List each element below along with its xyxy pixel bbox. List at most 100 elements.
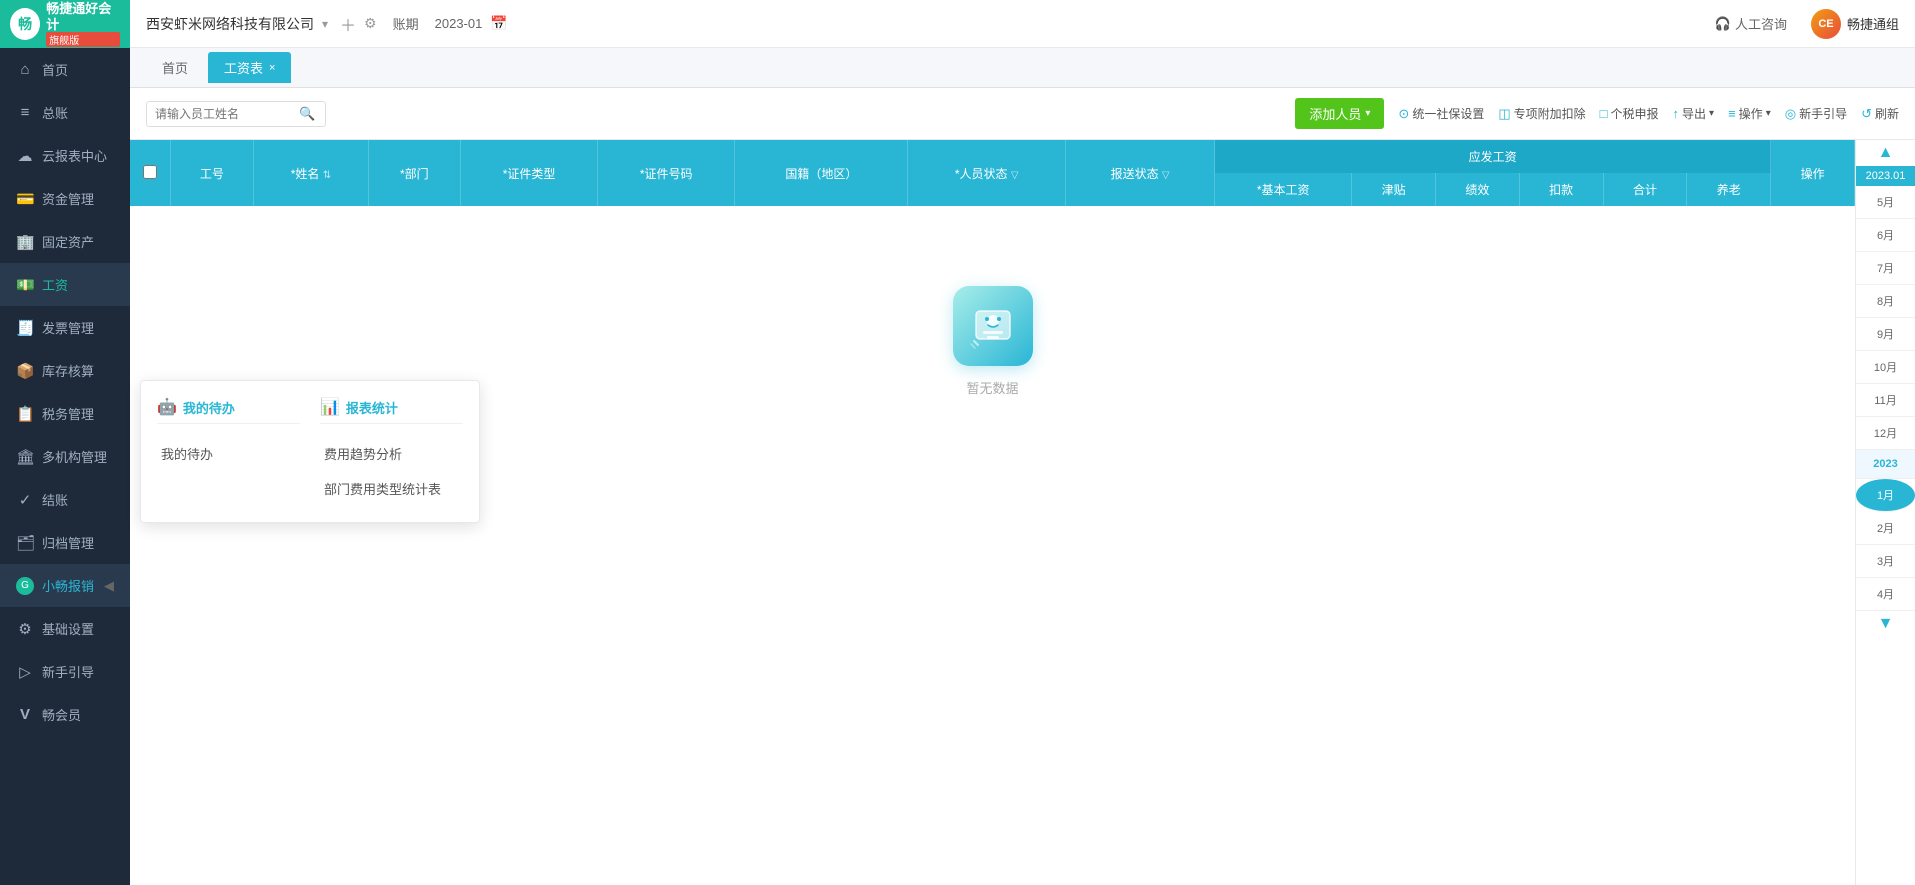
popup-col-todo: 🤖 我的待办 我的待办 <box>157 397 300 506</box>
sidebar-nav: ⌂ 首页 ≡ 总账 ☁ 云报表中心 💳 资金管理 🏢 固定资产 💵 工资 🧾 发… <box>0 48 130 885</box>
search-input[interactable] <box>155 107 295 121</box>
sidebar-item-multi-org[interactable]: 🏛 多机构管理 <box>0 435 130 478</box>
tax-icon: 📋 <box>16 405 34 423</box>
empty-text: 暂无数据 <box>966 378 1018 397</box>
logo-icon: 畅 <box>10 8 40 40</box>
emp-no-th: 工号 <box>170 140 254 206</box>
app-edition: 旗舰版 <box>46 32 120 47</box>
person-status-filter-icon[interactable]: ▽ <box>1011 170 1019 181</box>
allowance-th: 津贴 <box>1352 173 1436 206</box>
tab-salary[interactable]: 工资表 × <box>208 52 291 83</box>
tax-report-action[interactable]: □ 个税申报 <box>1600 105 1659 122</box>
export-action[interactable]: ↑ 导出 ▾ <box>1673 105 1715 122</box>
settle-icon: ✓ <box>16 491 34 509</box>
month-12-2022[interactable]: 12月 <box>1856 417 1915 450</box>
user-menu[interactable]: CE 畅捷通组 <box>1811 9 1899 39</box>
report-status-th: 报送状态 ▽ <box>1066 140 1215 206</box>
tab-home[interactable]: 首页 <box>146 52 204 83</box>
month-2-2023[interactable]: 2月 <box>1856 512 1915 545</box>
month-5-2022[interactable]: 5月 <box>1856 186 1915 219</box>
sidebar-item-home[interactable]: ⌂ 首页 <box>0 48 130 91</box>
sidebar-item-fund[interactable]: 💳 资金管理 <box>0 177 130 220</box>
period-label: 账期 <box>393 14 419 33</box>
expand-arrow: ◀ <box>104 578 114 594</box>
add-person-button[interactable]: 添加人员 ▾ <box>1295 98 1384 129</box>
operate-action[interactable]: ≡ 操作 ▾ <box>1728 105 1771 122</box>
sidebar-item-fixed-assets[interactable]: 🏢 固定资产 <box>0 220 130 263</box>
invoice-icon: 🧾 <box>16 319 34 337</box>
select-all-checkbox[interactable] <box>143 165 157 179</box>
month-6-2022[interactable]: 6月 <box>1856 219 1915 252</box>
social-security-action[interactable]: ⊙ 统一社保设置 <box>1398 105 1484 122</box>
toolbar: 🔍 添加人员 ▾ ⊙ 统一社保设置 ◫ 专项附加扣除 □ 个税申报 ↑ 导出 <box>130 88 1915 140</box>
bonus-th: 绩效 <box>1436 173 1520 206</box>
guide-icon: ▷ <box>16 663 34 681</box>
sidebar-item-salary[interactable]: 💵 工资 <box>0 263 130 306</box>
tab-close-salary[interactable]: × <box>269 62 275 74</box>
refresh-action[interactable]: ↺ 刷新 <box>1861 105 1899 122</box>
sidebar-item-guide[interactable]: ▷ 新手引导 <box>0 650 130 693</box>
month-panel-down[interactable]: ▼ <box>1874 611 1898 637</box>
sidebar-item-inventory[interactable]: 📦 库存核算 <box>0 349 130 392</box>
new-guide-icon: ◎ <box>1785 106 1796 122</box>
month-8-2022[interactable]: 8月 <box>1856 285 1915 318</box>
month-3-2023[interactable]: 3月 <box>1856 545 1915 578</box>
reports-header-icon: 📊 <box>320 397 340 417</box>
select-all-th <box>130 140 170 206</box>
company-settings-icon[interactable]: ⚙ <box>364 15 377 32</box>
sidebar-item-settle[interactable]: ✓ 结账 <box>0 478 130 521</box>
user-name: 畅捷通组 <box>1847 14 1899 33</box>
popup-item-expense-trend[interactable]: 费用趋势分析 <box>320 436 463 471</box>
month-11-2022[interactable]: 11月 <box>1856 384 1915 417</box>
sidebar-item-member[interactable]: V 畅会员 <box>0 693 130 736</box>
name-sort-icon[interactable]: ⇅ <box>323 170 331 181</box>
avatar: CE <box>1811 9 1841 39</box>
add-person-dropdown-arrow: ▾ <box>1365 108 1370 119</box>
sidebar-item-invoice[interactable]: 🧾 发票管理 <box>0 306 130 349</box>
sidebar-item-cloud-report[interactable]: ☁ 云报表中心 <box>0 134 130 177</box>
search-icon: 🔍 <box>299 106 315 122</box>
member-icon: V <box>16 706 34 723</box>
basic-salary-th: *基本工资 <box>1215 173 1352 206</box>
add-company-button[interactable]: ＋ <box>340 12 356 36</box>
calendar-icon[interactable]: 📅 <box>490 15 507 32</box>
popup-columns: 🤖 我的待办 我的待办 📊 报表统计 费用趋势分析 部门费用类型统计表 <box>157 397 463 506</box>
month-panel-up[interactable]: ▲ <box>1874 140 1898 166</box>
sidebar-item-xiao-chang[interactable]: G 小畅报销 ◀ <box>0 564 130 607</box>
service-button[interactable]: 🎧 人工咨询 <box>1715 14 1787 33</box>
period-value: 2023-01 <box>435 16 483 31</box>
popup-reports-header: 📊 报表统计 <box>320 397 463 424</box>
service-label: 人工咨询 <box>1735 14 1787 33</box>
report-status-filter-icon[interactable]: ▽ <box>1162 170 1170 181</box>
popup-item-dept-expense[interactable]: 部门费用类型统计表 <box>320 471 463 506</box>
pension-th: 养老 <box>1687 173 1771 206</box>
person-status-th: *人员状态 ▽ <box>908 140 1066 206</box>
company-dropdown-arrow[interactable]: ▾ <box>322 17 328 31</box>
sidebar-item-ledger[interactable]: ≡ 总账 <box>0 91 130 134</box>
dept-th: *部门 <box>368 140 460 206</box>
popup-item-my-todo[interactable]: 我的待办 <box>157 436 300 471</box>
export-icon: ↑ <box>1673 106 1680 121</box>
nation-th: 国籍（地区） <box>735 140 908 206</box>
sidebar-item-tax[interactable]: 📋 税务管理 <box>0 392 130 435</box>
month-10-2022[interactable]: 10月 <box>1856 351 1915 384</box>
xiao-chang-icon: G <box>16 577 34 595</box>
sidebar-item-archive[interactable]: 🗂 归档管理 <box>0 521 130 564</box>
month-4-2023[interactable]: 4月 <box>1856 578 1915 611</box>
id-no-th: *证件号码 <box>598 140 735 206</box>
operate-th: 操作 <box>1771 140 1855 206</box>
popup-col-reports: 📊 报表统计 费用趋势分析 部门费用类型统计表 <box>320 397 463 506</box>
sidebar: 畅 畅捷通好会计 旗舰版 ⌂ 首页 ≡ 总账 ☁ 云报表中心 💳 资金管理 🏢 … <box>0 0 130 885</box>
salary-table: 工号 *姓名 ⇅ *部门 *证件类型 <box>130 140 1855 206</box>
month-9-2022[interactable]: 9月 <box>1856 318 1915 351</box>
new-guide-action[interactable]: ◎ 新手引导 <box>1785 105 1847 122</box>
month-7-2022[interactable]: 7月 <box>1856 252 1915 285</box>
special-deduction-action[interactable]: ◫ 专项附加扣除 <box>1498 105 1585 122</box>
operate-dropdown-arrow: ▾ <box>1766 108 1771 119</box>
inventory-icon: 📦 <box>16 362 34 380</box>
sidebar-item-basic[interactable]: ⚙ 基础设置 <box>0 607 130 650</box>
company-name: 西安虾米网络科技有限公司 <box>146 14 314 34</box>
id-type-th: *证件类型 <box>461 140 598 206</box>
service-icon: 🎧 <box>1715 16 1731 32</box>
month-1-2023[interactable]: 1月 <box>1856 479 1915 512</box>
